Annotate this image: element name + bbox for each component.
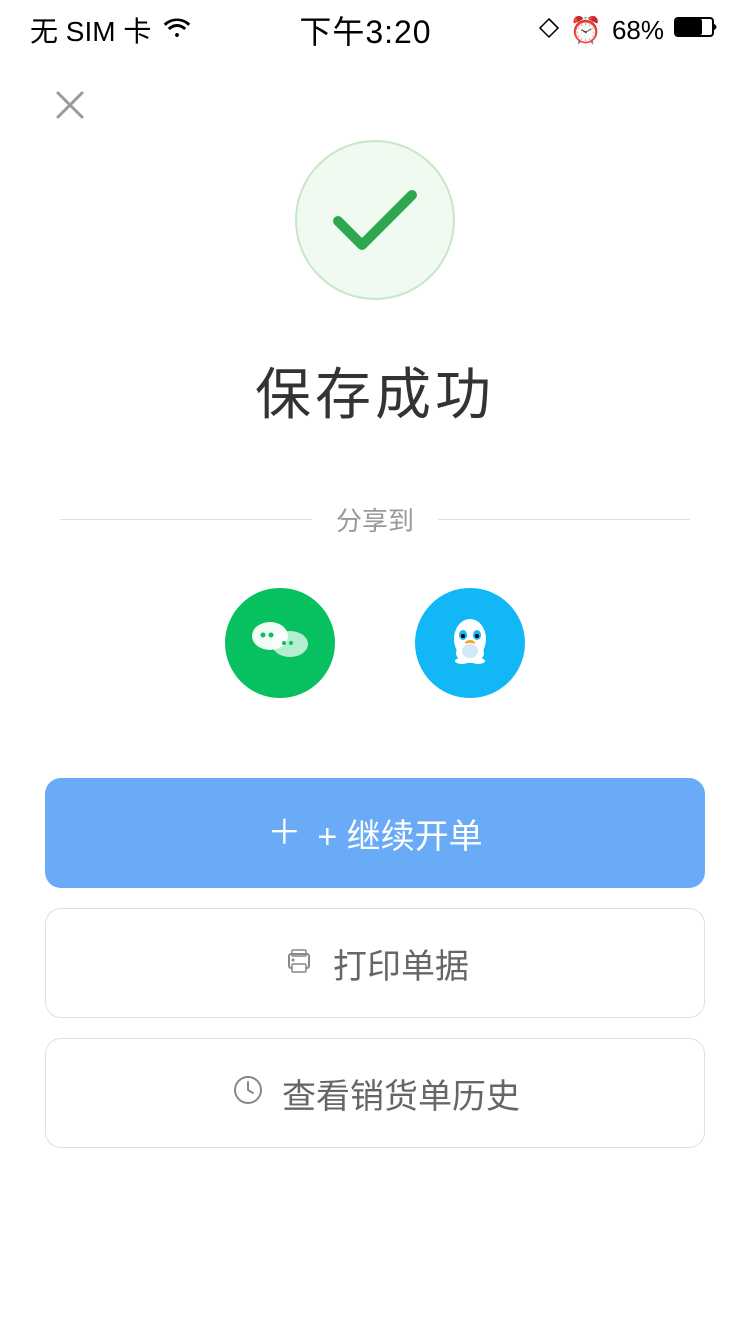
plus-icon: ＋ <box>267 816 301 850</box>
action-buttons: ＋ + 继续开单 打印单据 查看销货单历 <box>45 778 705 1148</box>
history-button[interactable]: 查看销货单历史 <box>45 1038 705 1148</box>
print-icon <box>281 942 317 984</box>
qq-icon <box>436 609 504 677</box>
status-bar: 无 SIM 卡 下午3:20 ⏰ 68% <box>0 0 750 60</box>
divider-line-left <box>60 519 312 520</box>
share-qq-button[interactable] <box>415 588 525 698</box>
close-button[interactable] <box>40 75 100 135</box>
battery-text: 68% <box>612 15 664 46</box>
alarm-icon: ⏰ <box>570 15 602 46</box>
history-label: 查看销货单历史 <box>282 1069 520 1118</box>
continue-button[interactable]: ＋ + 继续开单 <box>45 778 705 888</box>
share-divider: 分享到 <box>0 501 750 538</box>
divider-line-right <box>438 519 690 520</box>
success-circle <box>295 140 455 300</box>
print-button[interactable]: 打印单据 <box>45 908 705 1018</box>
share-buttons <box>225 588 525 698</box>
checkmark-icon <box>330 185 420 255</box>
status-left: 无 SIM 卡 <box>30 10 193 50</box>
share-label: 分享到 <box>312 501 438 538</box>
history-icon <box>230 1072 266 1114</box>
wechat-icon <box>246 614 314 672</box>
status-right: ⏰ 68% <box>538 15 720 46</box>
wifi-icon <box>161 14 193 46</box>
battery-icon <box>674 15 720 46</box>
time-display: 下午3:20 <box>299 7 431 53</box>
continue-label: + 继续开单 <box>317 809 482 858</box>
no-sim-text: 无 SIM 卡 <box>30 10 151 50</box>
success-title: 保存成功 <box>255 350 495 431</box>
location-icon <box>538 15 560 46</box>
main-content: 保存成功 分享到 <box>0 60 750 1148</box>
share-wechat-button[interactable] <box>225 588 335 698</box>
print-label: 打印单据 <box>333 939 469 988</box>
